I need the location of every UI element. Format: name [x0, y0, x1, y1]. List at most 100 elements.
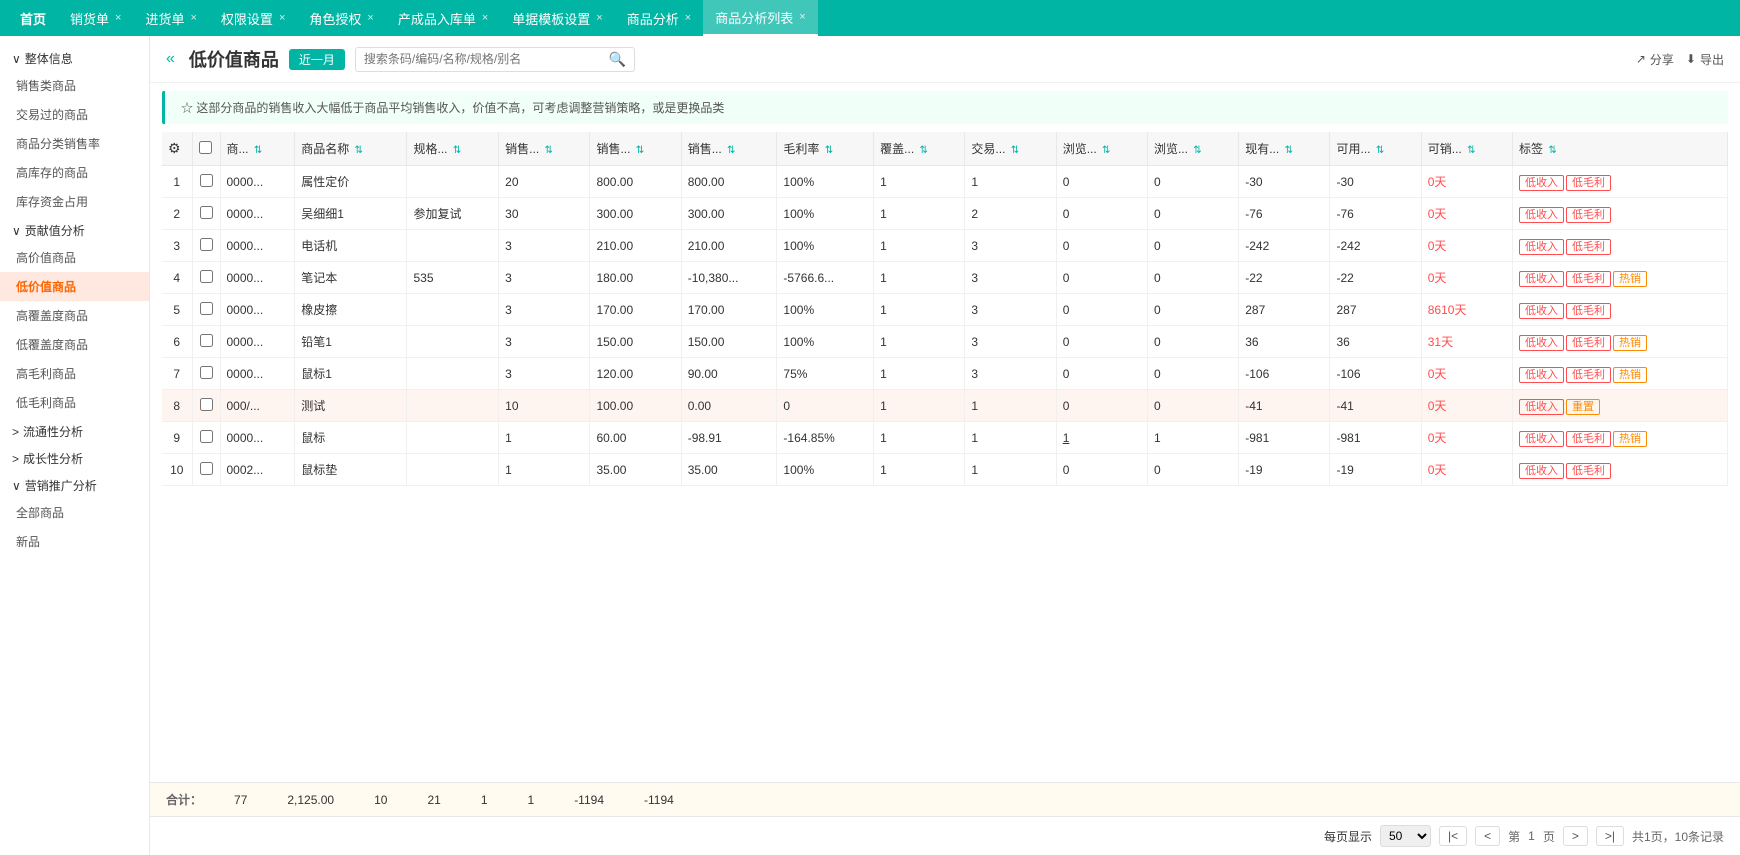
footer-cov: 10 — [374, 793, 387, 807]
share-button[interactable]: ↗ 分享 — [1636, 51, 1674, 68]
sidebar-item-low-coverage[interactable]: 低覆盖度商品 — [0, 330, 149, 359]
export-button[interactable]: ⬇ 导出 — [1686, 51, 1724, 68]
close-icon[interactable]: × — [799, 11, 805, 23]
row-checkbox[interactable] — [200, 174, 213, 187]
sidebar-item-all-products[interactable]: 全部商品 — [0, 498, 149, 527]
table-row: 10 0002... 鼠标垫 1 35.00 35.00 100% 1 1 0 … — [162, 454, 1728, 486]
row-checkbox[interactable] — [200, 366, 213, 379]
close-icon[interactable]: × — [685, 12, 691, 24]
nav-template[interactable]: 单据模板设置 × — [500, 0, 614, 36]
sidebar-item-traded-products[interactable]: 交易过的商品 — [0, 100, 149, 129]
table-header-row: ⚙ 商... ⇅ 商品名称 ⇅ 规格... ⇅ 销售... ⇅ 销售... ⇅ … — [162, 132, 1728, 166]
top-navigation: 首页 销货单 × 进货单 × 权限设置 × 角色授权 × 产成品入库单 × 单据… — [0, 0, 1740, 36]
row-trade: 1 — [965, 166, 1056, 198]
row-spec — [407, 166, 499, 198]
sidebar-item-high-inventory[interactable]: 高库存的商品 — [0, 158, 149, 187]
next-page-button[interactable]: > — [1563, 826, 1588, 846]
time-filter-button[interactable]: 近一月 — [289, 49, 345, 70]
nav-permissions[interactable]: 权限设置 × — [209, 0, 297, 36]
page-size-label: 每页显示 — [1324, 828, 1372, 845]
row-s1: 3 — [499, 262, 590, 294]
prev-page-button[interactable]: < — [1475, 826, 1500, 846]
row-checkbox[interactable] — [200, 334, 213, 347]
sidebar-group-growth[interactable]: > 成长性分析 — [0, 444, 149, 471]
row-s2: 100.00 — [590, 390, 681, 422]
row-trade: 3 — [965, 262, 1056, 294]
row-days: 31天 — [1421, 326, 1512, 358]
sort-icon: ⇅ — [1467, 145, 1475, 156]
row-s3: -98.91 — [681, 422, 777, 454]
row-browse2: 0 — [1147, 294, 1238, 326]
th-stock3: 可销... ⇅ — [1421, 132, 1512, 166]
row-browse1[interactable]: 1 — [1056, 422, 1147, 454]
row-checkbox[interactable] — [200, 206, 213, 219]
sidebar-item-low-profit[interactable]: 低毛利商品 — [0, 388, 149, 417]
row-browse1: 0 — [1056, 166, 1147, 198]
close-icon[interactable]: × — [190, 12, 196, 24]
nav-purchase-order[interactable]: 进货单 × — [133, 0, 208, 36]
row-s2: 800.00 — [590, 166, 681, 198]
close-icon[interactable]: × — [115, 12, 121, 24]
sidebar-group-circulation[interactable]: > 流通性分析 — [0, 417, 149, 444]
nav-product-analysis[interactable]: 商品分析 × — [615, 0, 703, 36]
row-browse1: 0 — [1056, 326, 1147, 358]
nav-sales-order[interactable]: 销货单 × — [58, 0, 133, 36]
product-tag: 低收入 — [1519, 239, 1564, 255]
row-code: 0000... — [220, 358, 295, 390]
row-checkbox[interactable] — [200, 302, 213, 315]
row-name: 测试 — [295, 390, 407, 422]
row-checkbox[interactable] — [200, 238, 213, 251]
sort-icon: ⇅ — [1376, 145, 1384, 156]
row-spec — [407, 294, 499, 326]
settings-icon[interactable]: ⚙ — [168, 140, 181, 156]
page-size-select[interactable]: 50 100 200 — [1380, 825, 1431, 847]
sidebar-item-category-sales[interactable]: 商品分类销售率 — [0, 129, 149, 158]
sidebar-item-low-value[interactable]: 低价值商品 — [0, 272, 149, 301]
product-tag: 低毛利 — [1566, 303, 1611, 319]
select-all-checkbox[interactable] — [199, 141, 212, 154]
close-icon[interactable]: × — [367, 12, 373, 24]
product-tag: 热销 — [1613, 431, 1647, 447]
th-trade: 交易... ⇅ — [965, 132, 1056, 166]
row-num: 5 — [162, 294, 192, 326]
sidebar-group-marketing[interactable]: ∨ 营销推广分析 — [0, 471, 149, 498]
search-input[interactable] — [364, 52, 605, 66]
row-trade: 1 — [965, 390, 1056, 422]
sidebar-item-high-coverage[interactable]: 高覆盖度商品 — [0, 301, 149, 330]
first-page-button[interactable]: |< — [1439, 826, 1467, 846]
sidebar-group-contribution[interactable]: ∨ 贡献值分析 — [0, 216, 149, 243]
footer-stock2: -1194 — [644, 793, 674, 807]
nav-finished-goods[interactable]: 产成品入库单 × — [386, 0, 500, 36]
sidebar-item-new-products[interactable]: 新品 — [0, 527, 149, 556]
sidebar-item-high-profit[interactable]: 高毛利商品 — [0, 359, 149, 388]
row-s1: 3 — [499, 326, 590, 358]
row-days: 0天 — [1421, 166, 1512, 198]
product-tag: 低毛利 — [1566, 367, 1611, 383]
row-checkbox[interactable] — [200, 398, 213, 411]
nav-home[interactable]: 首页 — [8, 0, 58, 36]
nav-product-analysis-list[interactable]: 商品分析列表 × — [703, 0, 817, 36]
row-checkbox[interactable] — [200, 430, 213, 443]
row-checkbox[interactable] — [200, 462, 213, 475]
nav-role-auth[interactable]: 角色授权 × — [297, 0, 385, 36]
close-icon[interactable]: × — [482, 12, 488, 24]
close-icon[interactable]: × — [596, 12, 602, 24]
notice-text: ☆ 这部分商品的销售收入大幅低于商品平均销售收入，价值不高，可考虑调整营销策略，… — [181, 101, 724, 115]
last-page-button[interactable]: >| — [1596, 826, 1624, 846]
sort-icon: ⇅ — [825, 145, 833, 156]
sidebar-group-label: 成长性分析 — [23, 450, 83, 467]
sidebar-item-high-value[interactable]: 高价值商品 — [0, 243, 149, 272]
sidebar-collapse-button[interactable]: « — [166, 50, 175, 68]
row-checkbox[interactable] — [200, 270, 213, 283]
row-trade: 1 — [965, 454, 1056, 486]
row-coverage: 1 — [874, 166, 965, 198]
sort-icon: ⇅ — [636, 145, 644, 156]
row-days: 0天 — [1421, 230, 1512, 262]
collapse-arrow-icon: ∨ — [12, 224, 21, 238]
th-sales3: 销售... ⇅ — [681, 132, 777, 166]
sidebar-group-overview[interactable]: ∨ 整体信息 — [0, 44, 149, 71]
close-icon[interactable]: × — [279, 12, 285, 24]
sidebar-item-inventory-funds[interactable]: 库存资金占用 — [0, 187, 149, 216]
row-tags: 低收入低毛利热销 — [1513, 422, 1728, 454]
sidebar-item-sales-products[interactable]: 销售类商品 — [0, 71, 149, 100]
